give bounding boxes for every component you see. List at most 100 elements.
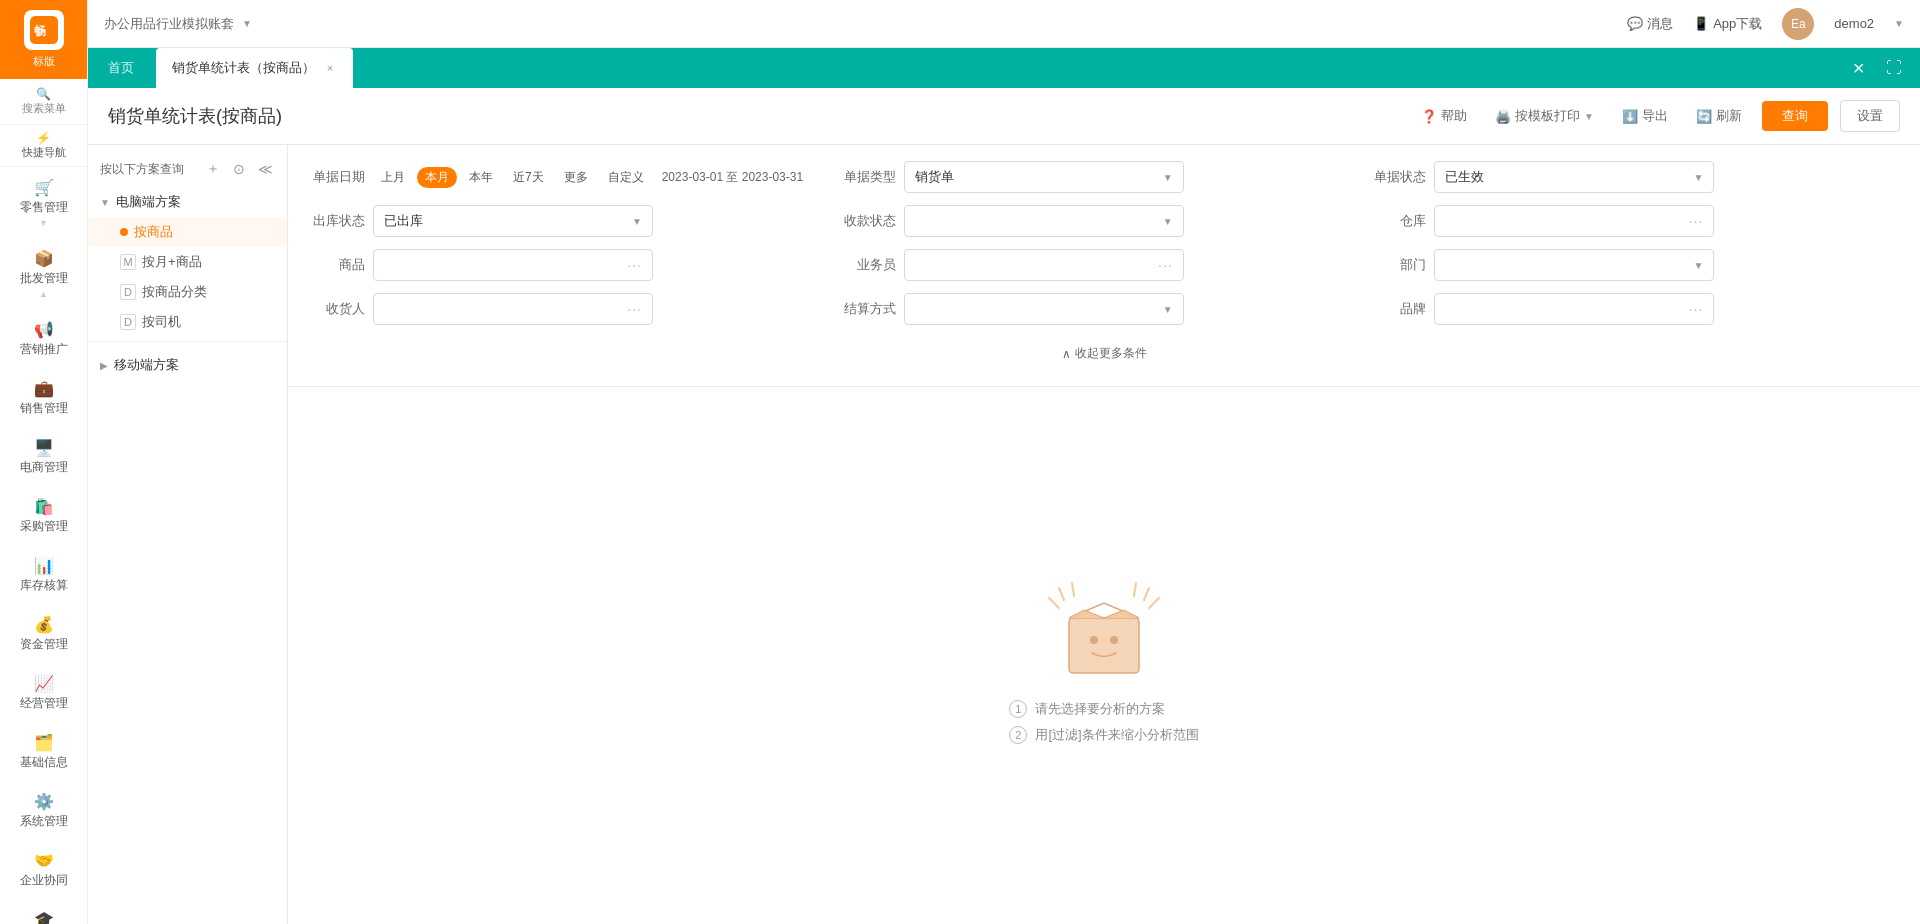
sidebar-item-purchase[interactable]: 🛍️ 采购管理 (0, 486, 87, 545)
department-select[interactable]: ▼ (1434, 249, 1714, 281)
scheme-group-desktop: ▼ 电脑端方案 按商品 M 按月+商品 D 按商品分类 (88, 187, 287, 337)
right-panel: 单据日期 上月 本月 本年 近7天 更多 自定义 20 (288, 145, 1920, 924)
sidebar-item-wholesale[interactable]: 📦 批发管理 ▲ (0, 238, 87, 309)
app-logo[interactable]: 畅 标版 (0, 0, 87, 79)
search-label: 搜索菜单 (0, 101, 87, 116)
out-status-select[interactable]: 已出库 ▼ (373, 205, 653, 237)
sidebar-nav-quick[interactable]: ⚡ 快捷导航 (0, 125, 87, 167)
tab-fullscreen-button[interactable]: ⛶ (1880, 54, 1908, 82)
basic-label: 基础信息 (20, 754, 68, 771)
scheme-group-desktop-header[interactable]: ▼ 电脑端方案 (88, 187, 287, 217)
edit-scheme-button[interactable]: ⊙ (229, 159, 249, 179)
messages-button[interactable]: 💬 消息 (1627, 15, 1673, 33)
by-category-label: 按商品分类 (142, 283, 207, 301)
tab-home[interactable]: 首页 (88, 48, 154, 88)
sidebar-item-retail[interactable]: 🛒 零售管理 ▼ (0, 167, 87, 238)
sidebar-search[interactable]: 🔍 搜索菜单 (0, 79, 87, 125)
top-header: 办公用品行业模拟账套 ▼ 💬 消息 📱 App下载 Ea demo2 ▼ (88, 0, 1920, 48)
warehouse-input[interactable]: ··· (1434, 205, 1714, 237)
username-label[interactable]: demo2 (1834, 16, 1874, 31)
svg-line-10 (1134, 583, 1136, 596)
sidebar-item-system[interactable]: ⚙️ 系统管理 (0, 781, 87, 840)
hint1-text: 请先选择要分析的方案 (1035, 700, 1165, 718)
date-last-month[interactable]: 上月 (373, 167, 413, 188)
scheme-item-by-driver[interactable]: D 按司机 (88, 307, 287, 337)
retail-expand: ▼ (39, 218, 48, 228)
date-more[interactable]: 更多 (556, 167, 596, 188)
goods-dots: ··· (627, 257, 642, 273)
tab-close-all-button[interactable]: ✕ (1844, 54, 1872, 82)
sidebar-item-marketing[interactable]: 📢 营销推广 (0, 309, 87, 368)
empty-text-list: 1 请先选择要分析的方案 2 用[过滤]条件来缩小分析范围 (1009, 700, 1198, 744)
collapse-panel-button[interactable]: ≪ (255, 159, 275, 179)
inventory-icon: 📊 (34, 555, 54, 575)
inventory-label: 库存核算 (20, 577, 68, 594)
goods-input[interactable]: ··· (373, 249, 653, 281)
by-driver-label: 按司机 (142, 313, 181, 331)
collapse-button[interactable]: ∧ 收起更多条件 (308, 337, 1900, 370)
type-value: 销货单 (915, 168, 954, 186)
sidebar-item-operations[interactable]: 📈 经营管理 (0, 663, 87, 722)
scheme-item-by-category[interactable]: D 按商品分类 (88, 277, 287, 307)
help-button[interactable]: ❓ 帮助 (1413, 103, 1475, 129)
scheme-item-by-month-goods[interactable]: M 按月+商品 (88, 247, 287, 277)
export-button[interactable]: ⬇️ 导出 (1614, 103, 1676, 129)
left-panel-header: 按以下方案查询 ＋ ⊙ ≪ (88, 155, 287, 187)
svg-line-6 (1059, 588, 1064, 600)
body-layout: 按以下方案查询 ＋ ⊙ ≪ ▼ 电脑端方案 按商品 (88, 145, 1920, 924)
driver-icon: D (120, 314, 136, 330)
filter-settlement-field: 结算方式 ▼ (839, 293, 1370, 325)
finance-label: 资金管理 (20, 636, 68, 653)
receiver-dots: ··· (627, 301, 642, 317)
page-title: 销货单统计表(按商品) (108, 104, 282, 140)
user-dropdown-arrow[interactable]: ▼ (1894, 18, 1904, 29)
sales-rep-input[interactable]: ··· (904, 249, 1184, 281)
status-value: 已生效 (1445, 168, 1484, 186)
tab-active-sales[interactable]: 销货单统计表（按商品） × (156, 48, 353, 88)
sidebar-item-finance[interactable]: 💰 资金管理 (0, 604, 87, 663)
empty-illustration (1044, 568, 1164, 688)
collect-label: 收款状态 (839, 212, 904, 230)
operations-label: 经营管理 (20, 695, 68, 712)
date-this-year[interactable]: 本年 (461, 167, 501, 188)
sidebar-item-ecommerce[interactable]: 🖥️ 电商管理 (0, 427, 87, 486)
filter-brand-field: 品牌 ··· (1369, 293, 1900, 325)
add-scheme-button[interactable]: ＋ (203, 159, 223, 179)
sidebar-item-basic[interactable]: 🗂️ 基础信息 (0, 722, 87, 781)
user-avatar[interactable]: Ea (1782, 8, 1814, 40)
collect-select[interactable]: ▼ (904, 205, 1184, 237)
settings-button[interactable]: 设置 (1840, 100, 1900, 132)
date-custom[interactable]: 自定义 (600, 167, 652, 188)
help-label: 帮助 (1441, 107, 1467, 125)
print-button[interactable]: 🖨️ 按模板打印 ▼ (1487, 103, 1602, 129)
scheme-item-by-goods[interactable]: 按商品 (88, 217, 287, 247)
date-last-7days[interactable]: 近7天 (505, 167, 552, 188)
scheme-group-mobile-header[interactable]: ▶ 移动端方案 (88, 350, 287, 380)
sidebar-item-enterprise[interactable]: 🤝 企业协同 (0, 840, 87, 899)
type-select[interactable]: 销货单 ▼ (904, 161, 1184, 193)
header-right: 💬 消息 📱 App下载 Ea demo2 ▼ (1627, 8, 1904, 40)
filter-status-field: 单据状态 已生效 ▼ (1369, 161, 1900, 193)
empty-hint-1: 1 请先选择要分析的方案 (1009, 700, 1198, 718)
query-button[interactable]: 查询 (1762, 101, 1828, 131)
logo-icon: 畅 (24, 10, 64, 50)
date-this-month[interactable]: 本月 (417, 167, 457, 188)
sidebar-item-guide[interactable]: 🎓 新手引导 (0, 899, 87, 924)
sidebar-item-sales[interactable]: 💼 销售管理 (0, 368, 87, 427)
settlement-select[interactable]: ▼ (904, 293, 1184, 325)
dropdown-arrow[interactable]: ▼ (242, 18, 252, 29)
marketing-label: 营销推广 (20, 341, 68, 358)
sidebar: 畅 标版 🔍 搜索菜单 ⚡ 快捷导航 🛒 零售管理 ▼ 📦 批发管理 ▲ 📢 营… (0, 0, 88, 924)
receiver-input[interactable]: ··· (373, 293, 653, 325)
status-select[interactable]: 已生效 ▼ (1434, 161, 1714, 193)
tab-close-button[interactable]: × (323, 61, 337, 75)
scheme-group-mobile: ▶ 移动端方案 (88, 350, 287, 380)
wholesale-icon: 📦 (34, 248, 54, 268)
category-icon: D (120, 284, 136, 300)
sidebar-item-inventory[interactable]: 📊 库存核算 (0, 545, 87, 604)
purchase-label: 采购管理 (20, 518, 68, 535)
left-panel-icons: ＋ ⊙ ≪ (203, 159, 275, 179)
app-download-button[interactable]: 📱 App下载 (1693, 15, 1762, 33)
brand-input[interactable]: ··· (1434, 293, 1714, 325)
refresh-button[interactable]: 🔄 刷新 (1688, 103, 1750, 129)
